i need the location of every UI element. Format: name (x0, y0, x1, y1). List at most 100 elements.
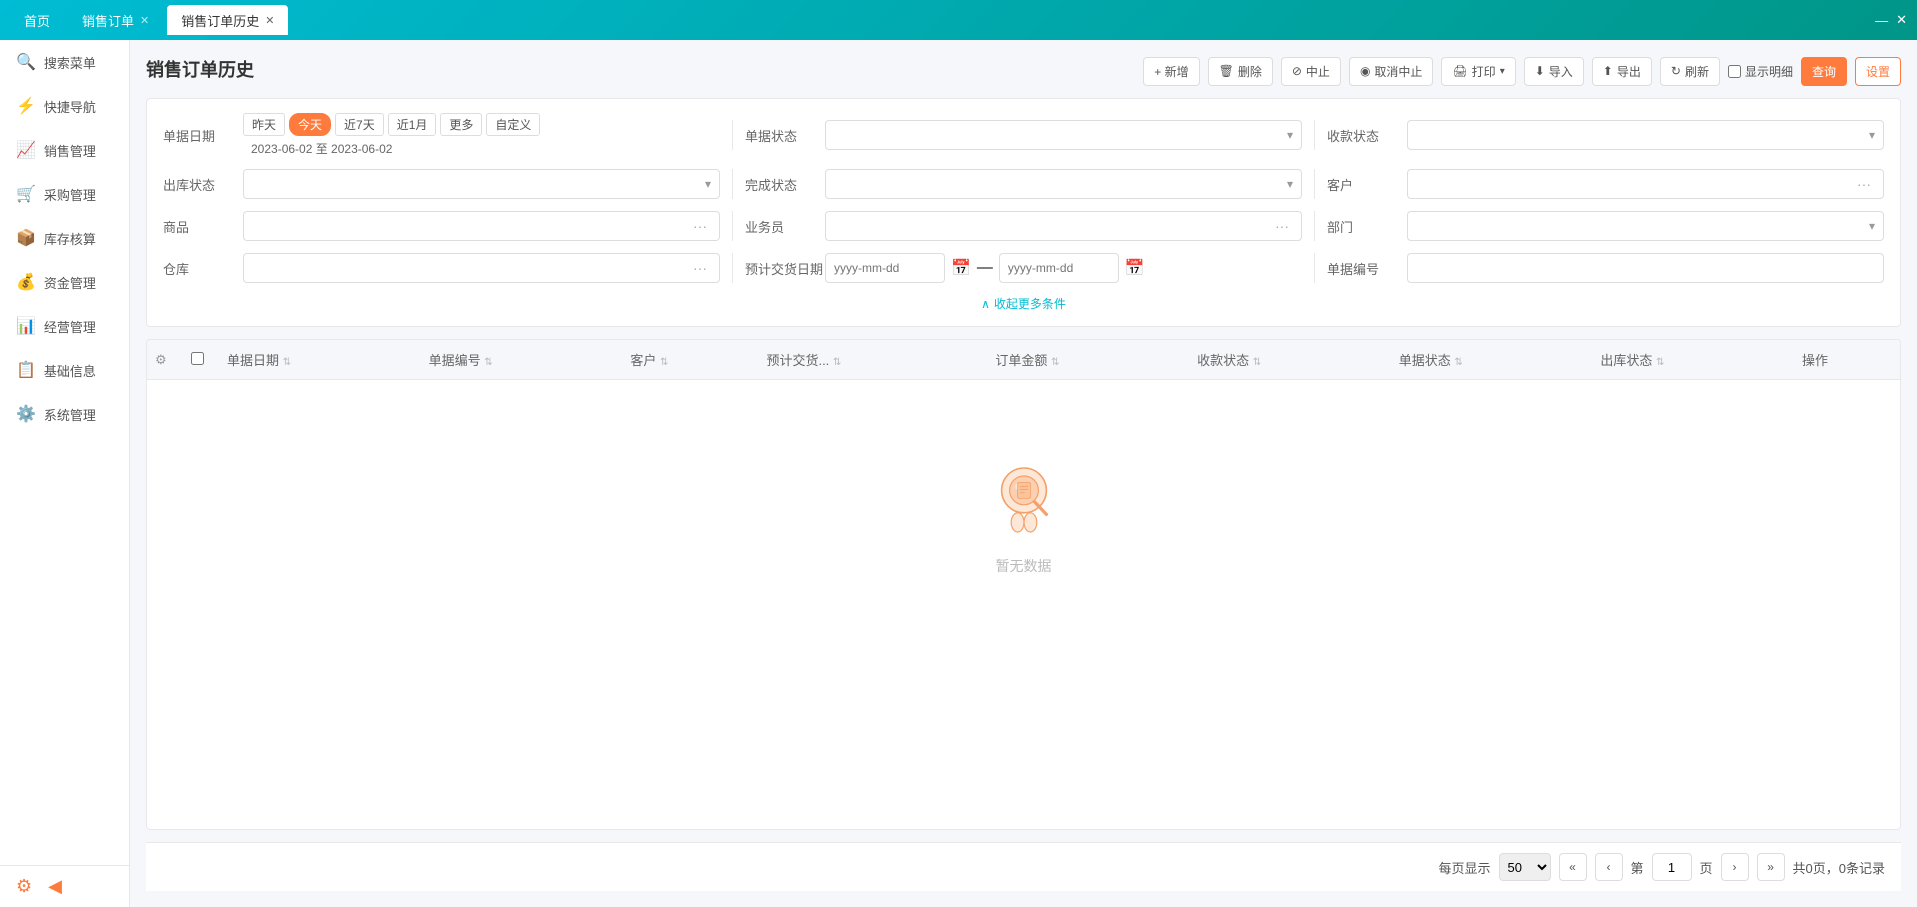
new-button-label: + 新增 (1154, 63, 1188, 80)
separator-6 (1314, 211, 1315, 241)
delivery-date-start[interactable] (825, 253, 945, 283)
goods-select[interactable]: ··· (243, 211, 720, 241)
col-date[interactable]: 单据日期 ⇅ (219, 340, 421, 380)
new-button[interactable]: + 新增 (1143, 57, 1199, 86)
cancel-stop-button[interactable]: ◉ 取消中止 (1349, 57, 1434, 86)
complete-status-field: ▾ (825, 169, 1302, 199)
col-out-status-sort: ⇅ (1656, 357, 1664, 368)
separator-2 (1314, 120, 1315, 150)
payment-status-select[interactable]: ▾ (1407, 120, 1884, 150)
tab-home[interactable]: 首页 (10, 5, 64, 35)
date-btn-today[interactable]: 今天 (289, 113, 331, 136)
search-menu-icon: 🔍 (16, 52, 36, 72)
col-action: 操作 (1794, 340, 1900, 380)
warehouse-select[interactable]: ··· (243, 253, 720, 283)
delivery-date-end-icon[interactable]: 📅 (1125, 258, 1145, 278)
first-page-button[interactable]: « (1559, 853, 1587, 881)
collapse-row[interactable]: ∧ 收起更多条件 (163, 295, 1884, 312)
customer-ellipsis[interactable]: ··· (1853, 176, 1875, 192)
col-amount[interactable]: 订单金额 ⇅ (987, 340, 1189, 380)
department-select[interactable]: ▾ (1407, 211, 1884, 241)
salesperson-ellipsis[interactable]: ··· (1271, 218, 1293, 234)
page-size-label: 每页显示 (1438, 858, 1490, 877)
date-btn-custom[interactable]: 自定义 (486, 113, 540, 136)
col-delivery[interactable]: 预计交货... ⇅ (758, 340, 987, 380)
settings-gear-icon[interactable]: ⚙ (155, 352, 167, 367)
sidebar-item-operations[interactable]: 📊 经营管理 (0, 304, 129, 348)
col-customer[interactable]: 客户 ⇅ (622, 340, 758, 380)
salesperson-field: ··· (825, 211, 1302, 241)
page-size-select[interactable]: 50 10 20 100 (1499, 853, 1551, 881)
sidebar-settings-icon[interactable]: ⚙ (16, 876, 32, 897)
date-btn-more[interactable]: 更多 (440, 113, 482, 136)
empty-state-icon (984, 460, 1064, 540)
delivery-date-start-icon[interactable]: 📅 (951, 258, 971, 278)
export-button[interactable]: ⬆ 导出 (1592, 57, 1652, 86)
tab-sales-order[interactable]: 销售订单 ✕ (68, 5, 163, 35)
filter-label-doc-number: 单据编号 (1327, 259, 1407, 278)
total-info: 共0页，0条记录 (1793, 858, 1885, 877)
col-number[interactable]: 单据编号 ⇅ (421, 340, 623, 380)
tab-sales-order-history[interactable]: 销售订单历史 ✕ (167, 5, 288, 35)
prev-page-button[interactable]: ‹ (1595, 853, 1623, 881)
sidebar-item-finance[interactable]: 💰 资金管理 (0, 260, 129, 304)
warehouse-ellipsis[interactable]: ··· (689, 260, 711, 276)
stop-button[interactable]: ⊘ 中止 (1281, 57, 1341, 86)
display-detail-checkbox[interactable] (1728, 65, 1741, 78)
sidebar-item-system-mgmt[interactable]: ⚙️ 系统管理 (0, 392, 129, 436)
basic-info-icon: 📋 (16, 360, 36, 380)
date-btn-1month[interactable]: 近1月 (388, 113, 437, 136)
print-button[interactable]: 🖨 打印 ▾ (1441, 57, 1515, 86)
empty-row: 暂无数据 (147, 380, 1900, 657)
sidebar-item-purchase-mgmt[interactable]: 🛒 采购管理 (0, 172, 129, 216)
goods-ellipsis[interactable]: ··· (689, 218, 711, 234)
col-delivery-sort: ⇅ (833, 357, 841, 368)
table-container: ⚙ 单据日期 ⇅ 单据编号 ⇅ (146, 339, 1901, 830)
filter-label-doc-date: 单据日期 (163, 126, 243, 145)
main-layout: 🔍 搜索菜单 ⚡ 快捷导航 📈 销售管理 🛒 采购管理 📦 库存核算 💰 资金管… (0, 40, 1917, 907)
sidebar-collapse-icon[interactable]: ◀ (48, 876, 62, 897)
tab-sales-order-close[interactable]: ✕ (140, 14, 149, 27)
table-head: ⚙ 单据日期 ⇅ 单据编号 ⇅ (147, 340, 1900, 380)
sidebar-item-basic-info[interactable]: 📋 基础信息 (0, 348, 129, 392)
doc-number-input[interactable] (1407, 253, 1884, 283)
delivery-date-end[interactable] (999, 253, 1119, 283)
delete-button[interactable]: 🗑 删除 (1208, 57, 1273, 86)
select-all-checkbox[interactable] (191, 352, 204, 365)
prev-page-icon: ‹ (1607, 860, 1611, 874)
refresh-button-label: 刷新 (1685, 63, 1709, 80)
department-field: ▾ (1407, 211, 1884, 241)
out-status-arrow: ▾ (705, 177, 711, 191)
first-page-icon: « (1569, 860, 1576, 874)
col-out-status[interactable]: 出库状态 ⇅ (1592, 340, 1794, 380)
sidebar-item-quick-nav[interactable]: ⚡ 快捷导航 (0, 84, 129, 128)
close-icon[interactable]: ✕ (1896, 12, 1907, 28)
payment-status-field: ▾ (1407, 120, 1884, 150)
setting-button[interactable]: 设置 (1855, 57, 1901, 86)
page-input[interactable] (1652, 853, 1692, 881)
sidebar-item-sales-mgmt-label: 销售管理 (44, 141, 96, 160)
date-btn-yesterday[interactable]: 昨天 (243, 113, 285, 136)
col-doc-status[interactable]: 单据状态 ⇅ (1391, 340, 1593, 380)
date-btn-7days[interactable]: 近7天 (335, 113, 384, 136)
sidebar-item-inventory[interactable]: 📦 库存核算 (0, 216, 129, 260)
page-unit: 页 (1700, 858, 1713, 877)
sidebar-item-inventory-label: 库存核算 (44, 229, 96, 248)
tab-sales-order-history-close[interactable]: ✕ (265, 14, 274, 27)
import-button[interactable]: ⬇ 导入 (1524, 57, 1584, 86)
customer-select[interactable]: ··· (1407, 169, 1884, 199)
minimize-icon[interactable]: — (1875, 13, 1888, 28)
col-payment-status[interactable]: 收款状态 ⇅ (1189, 340, 1391, 380)
query-button[interactable]: 查询 (1801, 57, 1847, 86)
sidebar-item-search-menu[interactable]: 🔍 搜索菜单 (0, 40, 129, 84)
complete-status-select[interactable]: ▾ (825, 169, 1302, 199)
out-status-select[interactable]: ▾ (243, 169, 720, 199)
salesperson-select[interactable]: ··· (825, 211, 1302, 241)
next-page-button[interactable]: › (1721, 853, 1749, 881)
col-check (183, 340, 219, 380)
sidebar-item-sales-mgmt[interactable]: 📈 销售管理 (0, 128, 129, 172)
last-page-button[interactable]: » (1757, 853, 1785, 881)
refresh-button[interactable]: ↻ 刷新 (1660, 57, 1720, 86)
display-detail-checkbox-wrapper[interactable]: 显示明细 (1728, 63, 1793, 80)
doc-status-select[interactable]: ▾ (825, 120, 1302, 150)
